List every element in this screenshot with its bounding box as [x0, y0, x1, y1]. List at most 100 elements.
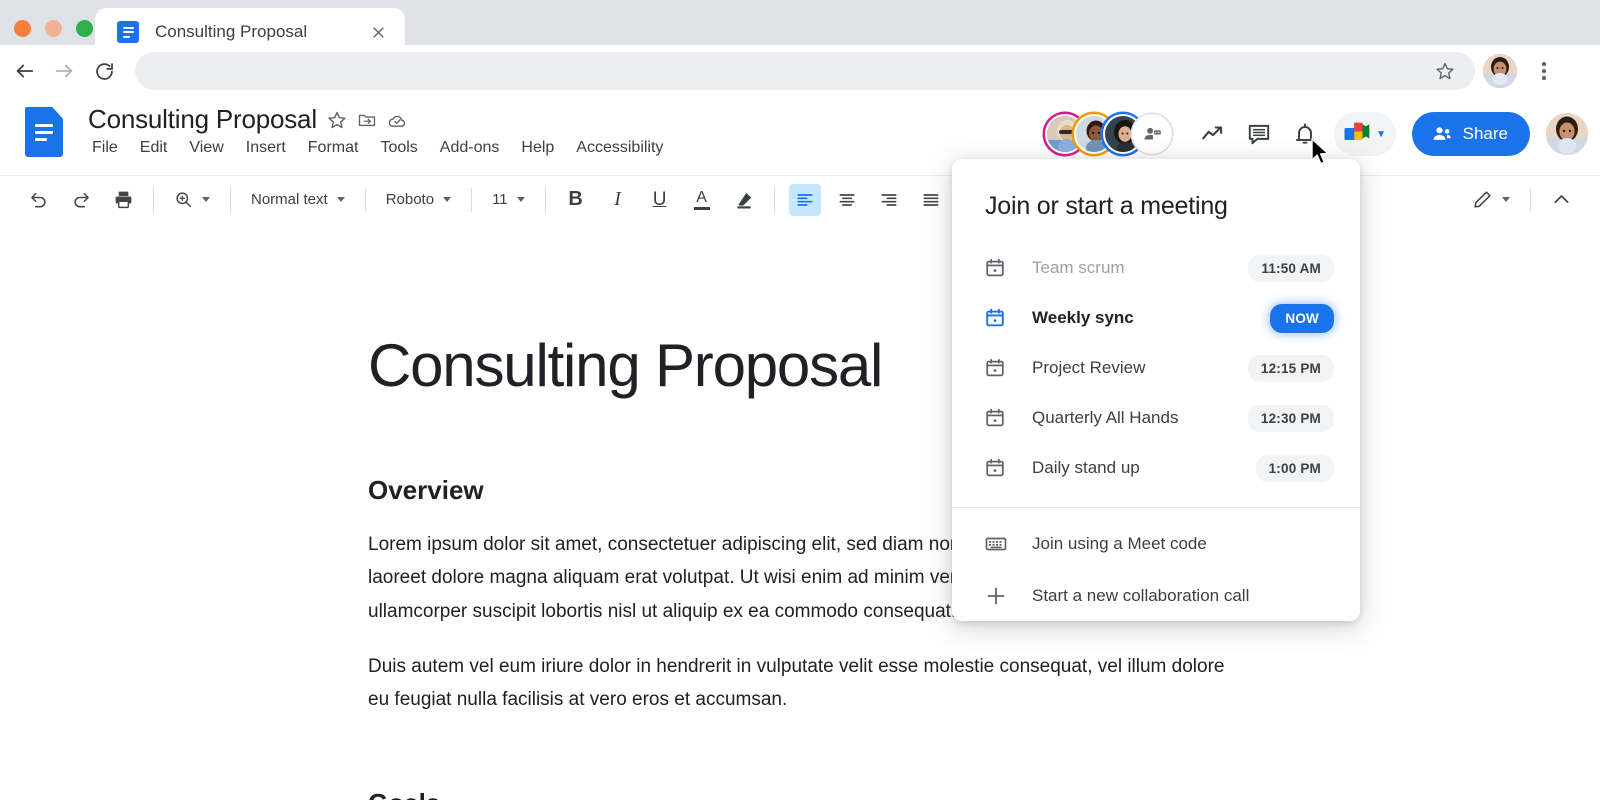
meet-dropdown-panel: Join or start a meeting Team scrum 11:50…	[952, 159, 1360, 621]
address-bar[interactable]	[135, 52, 1475, 90]
minimize-window-button[interactable]	[45, 20, 62, 37]
meeting-row-quarterly-all-hands[interactable]: Quarterly All Hands 12:30 PM	[952, 393, 1360, 443]
close-tab-icon[interactable]	[367, 21, 389, 43]
calendar-icon	[984, 257, 1006, 279]
calendar-icon	[984, 307, 1006, 329]
align-center-button[interactable]	[831, 184, 863, 216]
menu-file[interactable]: File	[88, 135, 129, 161]
pencil-icon	[1472, 189, 1493, 210]
bookmark-star-icon[interactable]	[1435, 61, 1455, 81]
meeting-name: Daily stand up	[1032, 458, 1256, 478]
forward-arrow-icon[interactable]	[48, 55, 80, 87]
toolbar-right-group	[1461, 184, 1582, 216]
move-to-folder-icon[interactable]	[357, 110, 377, 130]
collaborator-avatars	[1045, 114, 1172, 154]
toolbar-divider	[774, 188, 775, 212]
meeting-row-project-review[interactable]: Project Review 12:15 PM	[952, 343, 1360, 393]
menu-insert[interactable]: Insert	[235, 135, 297, 161]
document-title-row: Consulting Proposal	[88, 104, 407, 135]
share-button-label: Share	[1463, 124, 1508, 144]
paragraph-style-dropdown[interactable]: Normal text	[243, 185, 353, 215]
account-avatar[interactable]	[1546, 113, 1588, 155]
text-color-swatch	[694, 207, 710, 210]
paragraph-style-label: Normal text	[251, 191, 328, 208]
start-new-call-label: Start a new collaboration call	[1032, 586, 1249, 606]
docs-header: Consulting Proposal File Edit View Inser…	[0, 97, 1600, 175]
collapse-chevron-icon[interactable]	[1545, 184, 1577, 216]
people-icon	[1431, 123, 1453, 145]
font-family-label: Roboto	[386, 191, 434, 208]
meeting-name: Quarterly All Hands	[1032, 408, 1248, 428]
meeting-row-weekly-sync[interactable]: Weekly sync NOW	[952, 293, 1360, 343]
menu-edit[interactable]: Edit	[129, 135, 179, 161]
meeting-name: Weekly sync	[1032, 308, 1270, 328]
plus-icon	[984, 584, 1008, 608]
comment-icon[interactable]	[1236, 111, 1282, 157]
join-with-meet-code-item[interactable]: Join using a Meet code	[952, 518, 1360, 570]
docs-formatting-toolbar: Normal text Roboto 11 B I U A	[0, 175, 1600, 223]
menu-view[interactable]: View	[178, 135, 234, 161]
editing-mode-dropdown[interactable]	[1464, 185, 1518, 215]
meet-panel-title: Join or start a meeting	[952, 159, 1360, 221]
font-family-dropdown[interactable]: Roboto	[378, 185, 459, 215]
close-window-button[interactable]	[14, 20, 31, 37]
undo-icon[interactable]	[23, 184, 55, 216]
document-title[interactable]: Consulting Proposal	[88, 104, 317, 135]
menu-accessibility[interactable]: Accessibility	[565, 135, 674, 161]
cloud-saved-icon[interactable]	[387, 110, 407, 130]
toolbar-divider	[545, 188, 546, 212]
docs-menu-bar: File Edit View Insert Format Tools Add-o…	[88, 135, 674, 161]
calendar-icon	[984, 457, 1006, 479]
toolbar-divider	[153, 188, 154, 212]
redo-icon[interactable]	[65, 184, 97, 216]
zoom-dropdown[interactable]	[166, 185, 218, 215]
share-button[interactable]: Share	[1412, 112, 1530, 156]
more-collaborators-icon[interactable]	[1132, 114, 1172, 154]
reload-icon[interactable]	[88, 55, 120, 87]
notification-bell-icon[interactable]	[1282, 111, 1328, 157]
back-arrow-icon[interactable]	[9, 55, 41, 87]
underline-button[interactable]: U	[644, 184, 676, 216]
start-new-call-item[interactable]: Start a new collaboration call	[952, 570, 1360, 622]
chevron-down-icon	[337, 197, 345, 202]
font-size-dropdown[interactable]: 11	[484, 185, 533, 215]
calendar-icon	[984, 407, 1006, 429]
browser-profile-avatar[interactable]	[1483, 54, 1517, 88]
window-traffic-lights	[14, 20, 93, 37]
bold-button[interactable]: B	[560, 184, 592, 216]
text-color-button[interactable]: A	[686, 184, 718, 216]
docs-favicon-icon	[117, 21, 139, 43]
meeting-row-team-scrum[interactable]: Team scrum 11:50 AM	[952, 243, 1360, 293]
menu-tools[interactable]: Tools	[369, 135, 428, 161]
align-justify-button[interactable]	[915, 184, 947, 216]
meeting-time-badge: 12:30 PM	[1248, 405, 1334, 432]
google-meet-icon	[1343, 121, 1373, 147]
panel-divider	[952, 507, 1360, 508]
meeting-now-badge: NOW	[1270, 304, 1334, 333]
trending-icon[interactable]	[1190, 111, 1236, 157]
italic-button[interactable]: I	[602, 184, 634, 216]
browser-menu-icon[interactable]	[1533, 55, 1555, 87]
menu-add-ons[interactable]: Add-ons	[429, 135, 511, 161]
keyboard-icon	[984, 532, 1008, 556]
print-icon[interactable]	[107, 184, 139, 216]
meeting-list: Team scrum 11:50 AM Weekly sync NOW Proj…	[952, 243, 1360, 493]
document-canvas[interactable]: Consulting Proposal Overview Lorem ipsum…	[0, 223, 1600, 800]
star-icon[interactable]	[327, 110, 347, 130]
highlight-icon[interactable]	[728, 184, 760, 216]
document-paragraph-2: Duis autem vel eum iriure dolor in hendr…	[368, 650, 1233, 717]
maximize-window-button[interactable]	[76, 20, 93, 37]
menu-format[interactable]: Format	[297, 135, 370, 161]
align-left-button[interactable]	[789, 184, 821, 216]
align-right-button[interactable]	[873, 184, 905, 216]
meeting-time-badge: 11:50 AM	[1248, 255, 1334, 282]
chevron-down-icon	[517, 197, 525, 202]
google-meet-button[interactable]: ▼	[1334, 112, 1396, 156]
meeting-row-daily-stand-up[interactable]: Daily stand up 1:00 PM	[952, 443, 1360, 493]
chevron-down-icon	[1502, 197, 1510, 202]
chevron-down-icon	[202, 197, 210, 202]
meeting-name: Project Review	[1032, 358, 1248, 378]
menu-help[interactable]: Help	[510, 135, 565, 161]
google-docs-logo-icon[interactable]	[25, 107, 63, 157]
docs-header-actions: ▼ Share	[1045, 111, 1588, 157]
